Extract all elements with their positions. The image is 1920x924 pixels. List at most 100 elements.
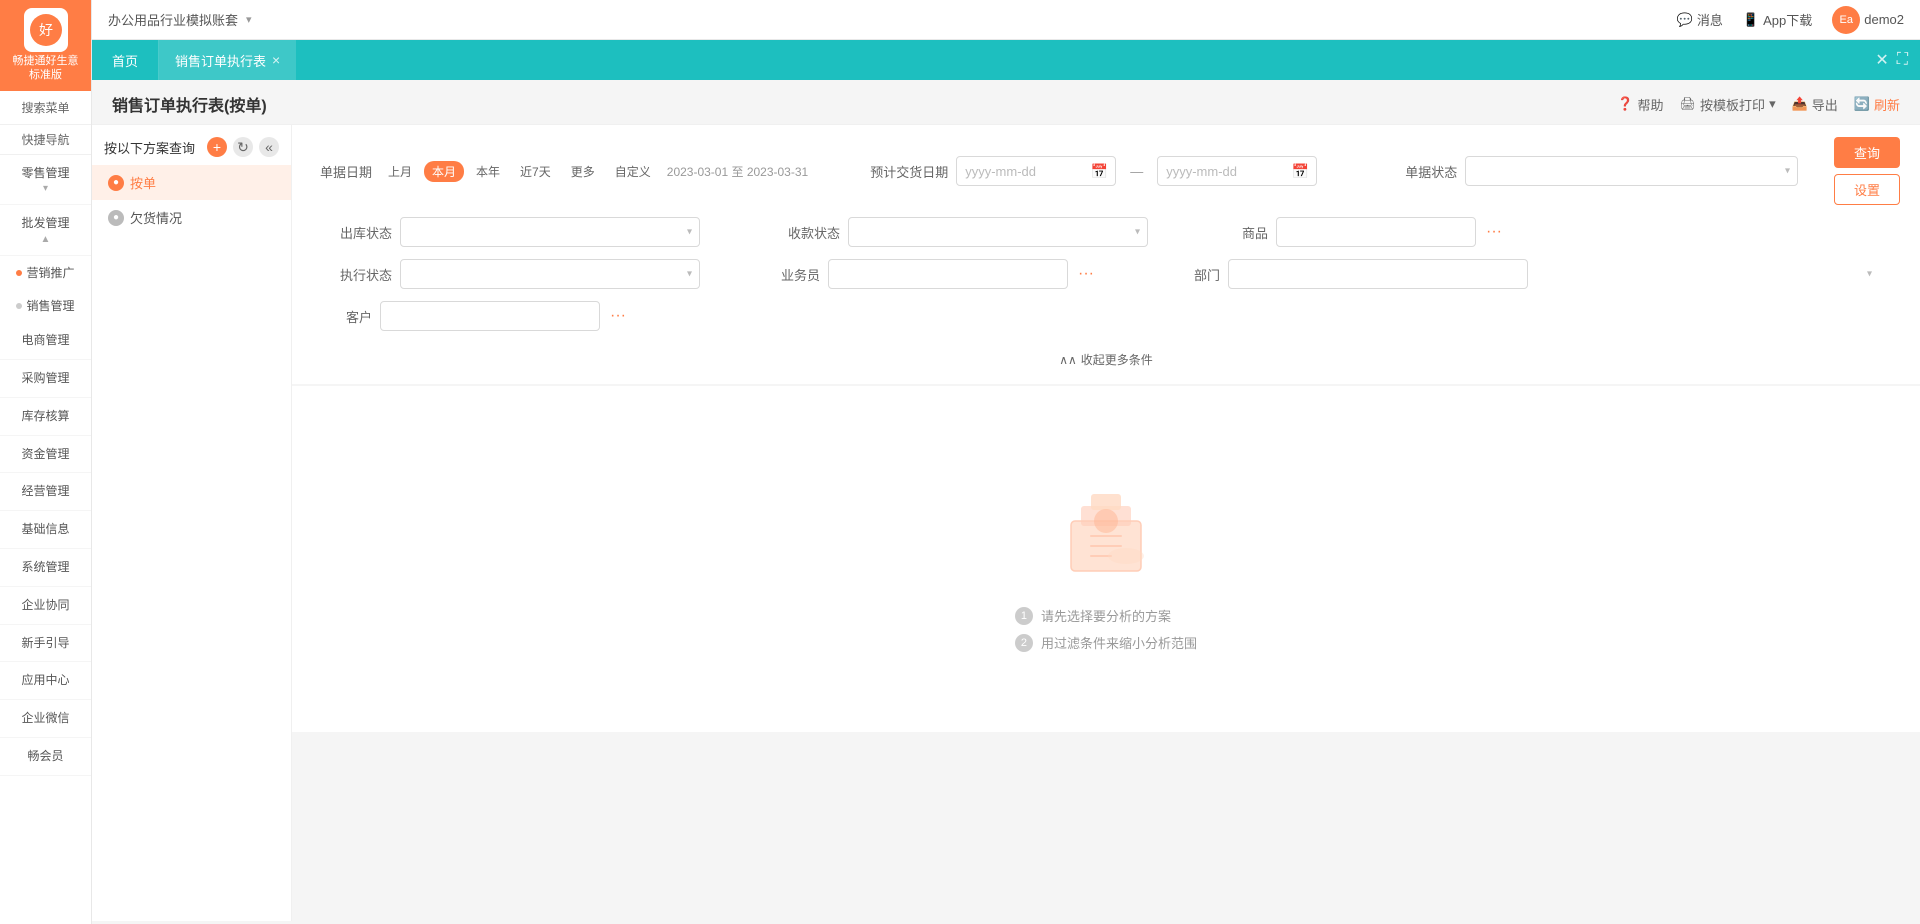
app-download-btn[interactable]: 📱 App下载	[1743, 10, 1812, 29]
sidebar-item-ecom[interactable]: 电商管理	[0, 322, 91, 360]
settings-button[interactable]: 设置	[1834, 174, 1900, 205]
salesperson-label: 业务员	[760, 265, 820, 284]
user-btn[interactable]: Ea demo2	[1832, 6, 1904, 34]
date-btn-this-month[interactable]: 本月	[424, 161, 464, 182]
sidebar-item-retail[interactable]: 零售管理 ▾	[0, 155, 91, 206]
empty-icon	[1046, 466, 1166, 586]
refresh-icon: 🔄	[1854, 96, 1870, 112]
tree-item-order[interactable]: ● 按单	[92, 165, 291, 200]
panel-header: 按以下方案查询 + ↻ «	[92, 137, 291, 165]
payment-status-select-wrap: ▾	[848, 217, 1148, 247]
date-btn-last-month[interactable]: 上月	[380, 161, 420, 182]
tab-close-icon[interactable]: ×	[272, 52, 280, 68]
avatar: Ea	[1832, 6, 1860, 34]
dept-item: 部门 ▾	[1160, 259, 1880, 289]
calendar-end-icon[interactable]: 📅	[1292, 163, 1309, 180]
print-btn[interactable]: 🖨 按模板打印 ▾	[1680, 95, 1776, 114]
logo-area[interactable]: 好 畅捷通好生意 标准版	[0, 0, 91, 91]
tree-item-shortage[interactable]: ● 欠货情况	[92, 200, 291, 235]
sidebar-item-wholesale[interactable]: 批发管理 ▲	[0, 205, 91, 256]
customer-item: 客户 ···	[312, 301, 652, 331]
collapse-btn[interactable]: ∧∧ 收起更多条件	[1059, 351, 1153, 368]
marketing-dot-icon	[16, 270, 22, 276]
tab-home[interactable]: 首页	[92, 40, 159, 80]
dept-chevron-icon: ▾	[1867, 269, 1872, 280]
sales-dot-icon	[16, 303, 22, 309]
retail-expand-icon: ▾	[43, 183, 48, 194]
query-button[interactable]: 查询	[1834, 137, 1900, 168]
step1-num-icon: 1	[1015, 607, 1033, 625]
calendar-start-icon[interactable]: 📅	[1091, 163, 1108, 180]
sidebar-item-wechat[interactable]: 企业微信	[0, 700, 91, 738]
expected-date-label: 预计交货日期	[868, 162, 948, 181]
exec-status-select[interactable]	[400, 259, 700, 289]
window-btns: ✕ ⛶	[1863, 50, 1920, 70]
sidebar-item-finance[interactable]: 资金管理	[0, 436, 91, 474]
date-btn-custom[interactable]: 自定义	[607, 161, 659, 182]
print-icon: 🖨	[1680, 96, 1697, 112]
expected-date-item: 预计交货日期 📅 — 📅	[868, 156, 1317, 186]
date-btn-more[interactable]: 更多	[563, 161, 603, 182]
tab-active[interactable]: 销售订单执行表 ×	[159, 40, 296, 80]
goods-dots-icon[interactable]: ···	[1486, 223, 1502, 241]
svg-text:好: 好	[39, 22, 53, 38]
help-btn[interactable]: ❓ 帮助	[1617, 95, 1663, 114]
topbar-title-area[interactable]: 办公用品行业模拟账套 ▾	[108, 10, 252, 29]
sidebar-quick-nav[interactable]: 快捷导航	[0, 125, 91, 155]
doc-status-select[interactable]	[1465, 156, 1798, 186]
panel-add-icon[interactable]: +	[207, 137, 227, 157]
collapse-label: 收起更多条件	[1081, 351, 1153, 368]
date-btn-7days[interactable]: 近7天	[512, 161, 559, 182]
step2-num-icon: 2	[1015, 634, 1033, 652]
sidebar-item-base[interactable]: 基础信息	[0, 511, 91, 549]
export-icon: 📤	[1792, 96, 1808, 112]
topbar-right: 💬 消息 📱 App下载 Ea demo2	[1677, 6, 1904, 34]
sidebar: 好 畅捷通好生意 标准版 搜索菜单 快捷导航 零售管理 ▾ 批发管理 ▲ 营销推…	[0, 0, 92, 924]
salesperson-item: 业务员 ···	[760, 259, 1100, 289]
sidebar-item-member[interactable]: 畅会员	[0, 738, 91, 776]
payment-status-select[interactable]	[848, 217, 1148, 247]
dept-label: 部门	[1160, 265, 1220, 284]
sidebar-item-system[interactable]: 系统管理	[0, 549, 91, 587]
logo-icon: 好	[24, 8, 68, 52]
window-close-icon[interactable]: ✕	[1875, 50, 1888, 70]
page-header: 销售订单执行表(按单) ❓ 帮助 🖨 按模板打印 ▾ 📤 导出 🔄 刷新	[92, 80, 1920, 125]
sidebar-item-guide[interactable]: 新手引导	[0, 625, 91, 663]
tabbar: 首页 销售订单执行表 × ✕ ⛶	[92, 40, 1920, 80]
exec-status-label: 执行状态	[312, 265, 392, 284]
filter-area: 单据日期 上月 本月 本年 近7天 更多 自定义 2023-03-01 至 20…	[292, 125, 1920, 384]
dept-select[interactable]	[1228, 259, 1528, 289]
panel-refresh-icon[interactable]: ↻	[233, 137, 253, 157]
goods-input[interactable]	[1276, 217, 1476, 247]
date-separator: —	[1130, 164, 1143, 179]
salesperson-input[interactable]	[828, 259, 1068, 289]
sidebar-item-sales[interactable]: 销售管理	[0, 289, 91, 322]
refresh-btn[interactable]: 🔄 刷新	[1854, 95, 1900, 114]
delivery-status-item: 出库状态 ▾	[312, 217, 700, 247]
sidebar-item-purchase[interactable]: 采购管理	[0, 360, 91, 398]
sidebar-item-marketing[interactable]: 营销推广	[0, 256, 91, 289]
goods-label: 商品	[1208, 223, 1268, 242]
print-dropdown-icon: ▾	[1769, 96, 1776, 112]
shortage-icon: ●	[108, 210, 124, 226]
message-label: 消息	[1697, 10, 1723, 29]
panel-collapse-icon[interactable]: «	[259, 137, 279, 157]
sidebar-item-operation[interactable]: 经营管理	[0, 473, 91, 511]
empty-step-1: 1 请先选择要分析的方案	[1015, 606, 1197, 625]
customer-input[interactable]	[380, 301, 600, 331]
delivery-status-select[interactable]	[400, 217, 700, 247]
window-maximize-icon[interactable]: ⛶	[1897, 51, 1908, 69]
sidebar-item-stock[interactable]: 库存核算	[0, 398, 91, 436]
date-btn-this-year[interactable]: 本年	[468, 161, 508, 182]
collapse-bar: ∧∧ 收起更多条件	[312, 343, 1900, 372]
logo-text: 畅捷通好生意	[13, 54, 79, 68]
app-download-icon: 📱	[1743, 12, 1759, 28]
message-btn[interactable]: 💬 消息	[1677, 10, 1723, 29]
topbar: 办公用品行业模拟账套 ▾ 💬 消息 📱 App下载 Ea demo2	[92, 0, 1920, 40]
customer-dots-icon[interactable]: ···	[610, 307, 626, 325]
sidebar-item-collab[interactable]: 企业协同	[0, 587, 91, 625]
salesperson-dots-icon[interactable]: ···	[1078, 265, 1094, 283]
export-btn[interactable]: 📤 导出	[1792, 95, 1838, 114]
sidebar-search-menu[interactable]: 搜索菜单	[0, 91, 91, 125]
sidebar-item-apps[interactable]: 应用中心	[0, 662, 91, 700]
